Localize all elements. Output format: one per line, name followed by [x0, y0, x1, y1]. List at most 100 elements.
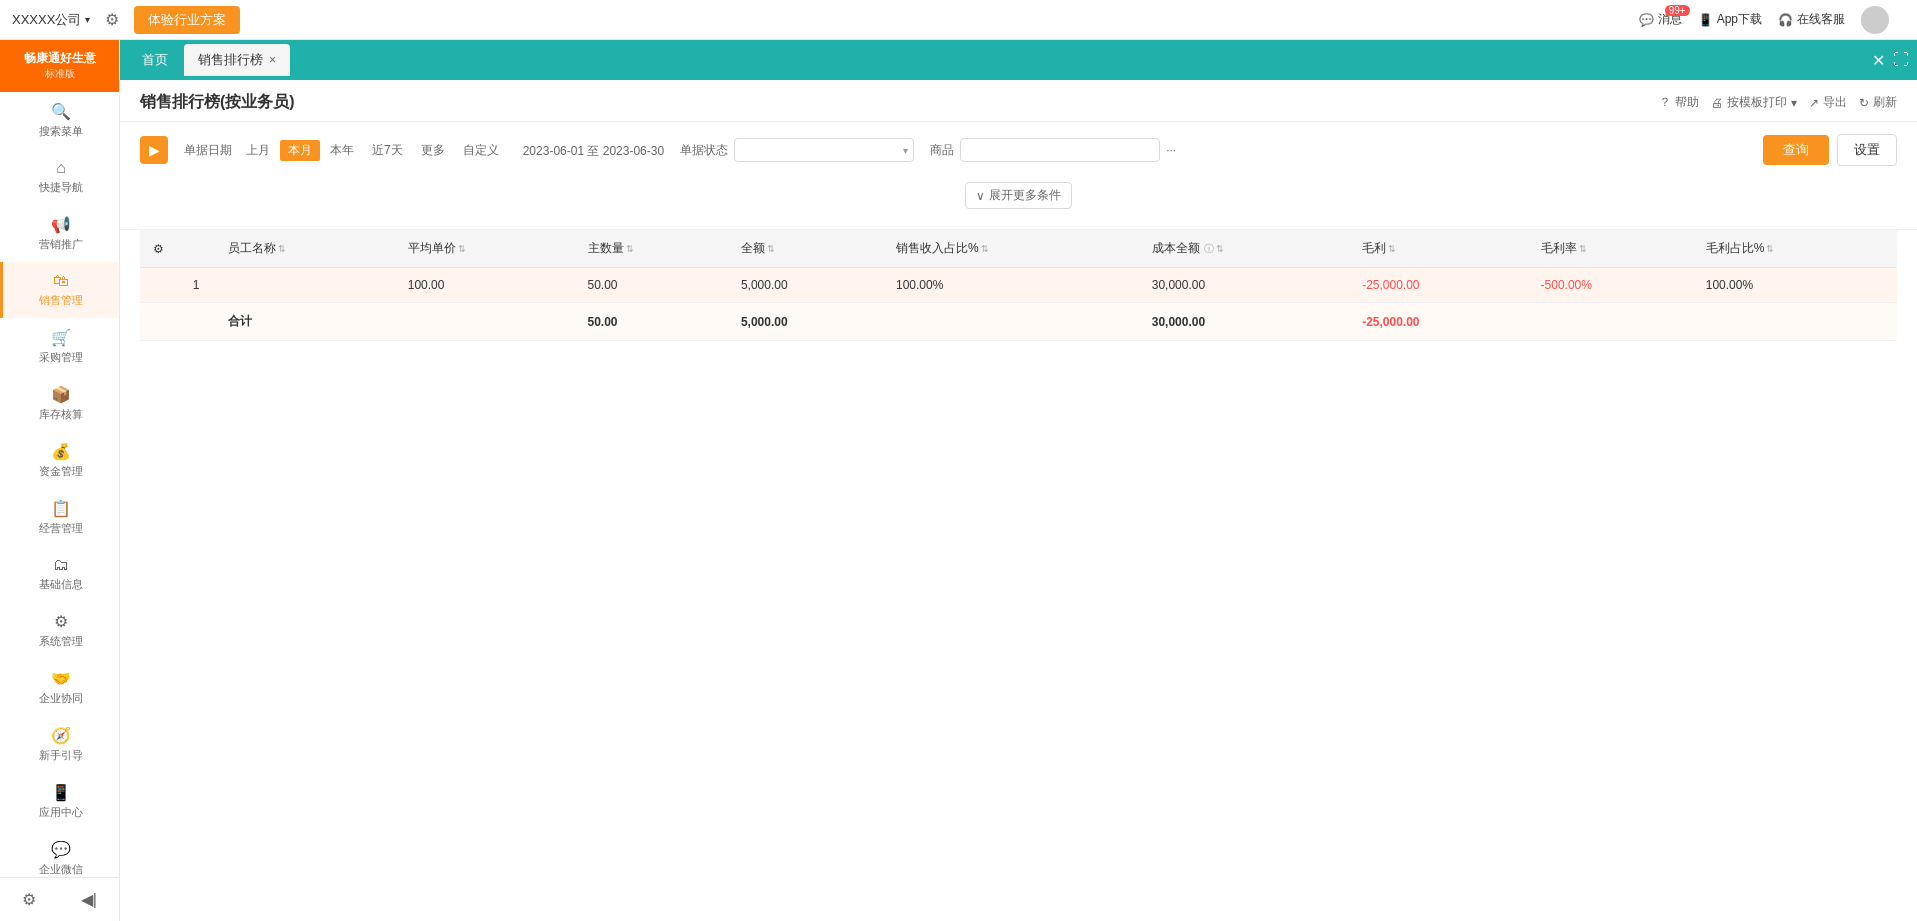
- row-sales-pct-cell: 100.00%: [884, 268, 1140, 303]
- row-qty-cell: 50.00: [576, 268, 729, 303]
- content-area: 首页 销售排行榜 × ✕ ⛶ 销售排行榜(按业务员) ？ 帮助: [120, 40, 1917, 921]
- tab-close-icon[interactable]: ×: [269, 53, 276, 67]
- data-table: ⚙ 员工名称 ⇅ 平均单价 ⇅: [140, 230, 1897, 341]
- sidebar-item-finance[interactable]: 💰 资金管理: [0, 432, 119, 489]
- footer-gross-rate-cell: [1529, 303, 1694, 341]
- sidebar-item-system[interactable]: ⚙ 系统管理: [0, 602, 119, 659]
- th-gross-pct-sort[interactable]: 毛利占比% ⇅: [1706, 240, 1775, 257]
- sidebar-item-purchase[interactable]: 🛒 采购管理: [0, 318, 119, 375]
- guide-icon: 🧭: [51, 726, 71, 745]
- sidebar-item-wechat[interactable]: 💬 企业微信: [0, 830, 119, 877]
- sidebar-item-system-label: 系统管理: [39, 634, 83, 649]
- sidebar-bottom: ⚙ ◀|: [0, 877, 119, 921]
- filter-expand-arrow[interactable]: ▶: [140, 136, 168, 164]
- export-label: 导出: [1823, 94, 1847, 111]
- company-selector[interactable]: XXXXX公司 ▾: [12, 11, 90, 29]
- status-select-wrap: ▾: [734, 138, 914, 162]
- top-right-area: 💬 消息 99+ 📱 App下载 🎧 在线客服: [1639, 6, 1905, 34]
- sidebar-item-guide[interactable]: 🧭 新手引导: [0, 716, 119, 773]
- filter-area: ▶ 单据日期 上月 本月 本年 近7天 更多 自定义: [120, 122, 1917, 230]
- th-cost-sort[interactable]: 成本全额 ⓘ ⇅: [1152, 240, 1224, 257]
- th-name: 员工名称 ⇅: [216, 230, 396, 268]
- tab-bar-close-icon[interactable]: ✕: [1872, 51, 1885, 70]
- th-avg-price: 平均单价 ⇅: [396, 230, 576, 268]
- ops-icon: 📋: [51, 499, 71, 518]
- cost-info-icon[interactable]: ⓘ: [1204, 242, 1214, 256]
- sidebar-item-marketing[interactable]: 📢 营销推广: [0, 205, 119, 262]
- app-download-button[interactable]: 📱 App下载: [1698, 11, 1762, 28]
- date-tab-custom[interactable]: 自定义: [455, 140, 507, 161]
- goods-filter: 商品 ···: [930, 138, 1176, 162]
- th-settings: ⚙: [140, 230, 176, 268]
- sidebar-collapse-btn[interactable]: ◀|: [73, 886, 105, 913]
- row-settings-cell: [140, 268, 176, 303]
- more-filters-icon[interactable]: ···: [1166, 143, 1176, 157]
- sort-icon-sales-pct: ⇅: [981, 244, 989, 254]
- date-tabs: 上月 本月 本年 近7天 更多 自定义: [238, 140, 507, 161]
- sidebar-item-inventory[interactable]: 📦 库存核算: [0, 375, 119, 432]
- sidebar-item-nav[interactable]: ⌂ 快捷导航: [0, 149, 119, 205]
- filter-settings-button[interactable]: 设置: [1837, 134, 1897, 166]
- print-icon: 🖨: [1711, 96, 1723, 110]
- filter-right-actions: 查询 设置: [1763, 134, 1897, 166]
- table-footer: 合计 50.00 5,000.00 30,000.00 -25,000.00: [140, 303, 1897, 341]
- th-gross-sort[interactable]: 毛利 ⇅: [1362, 240, 1396, 257]
- company-name: XXXXX公司: [12, 11, 81, 29]
- tab-home[interactable]: 首页: [128, 44, 182, 76]
- th-amount-sort[interactable]: 全额 ⇅: [741, 240, 775, 257]
- date-tab-more[interactable]: 更多: [413, 140, 453, 161]
- sidebar-item-ops-label: 经营管理: [39, 521, 83, 536]
- search-icon: 🔍: [51, 102, 71, 121]
- sidebar-item-inventory-label: 库存核算: [39, 407, 83, 422]
- expand-more-button[interactable]: ∨ 展开更多条件: [965, 182, 1072, 209]
- goods-input[interactable]: [960, 138, 1160, 162]
- system-icon: ⚙: [54, 612, 68, 631]
- sidebar-item-guide-label: 新手引导: [39, 748, 83, 763]
- avatar[interactable]: [1861, 6, 1889, 34]
- trial-button[interactable]: 体验行业方案: [134, 6, 240, 34]
- chevron-down-expand-icon: ∨: [976, 189, 985, 203]
- help-button[interactable]: ？ 帮助: [1659, 94, 1699, 111]
- sidebar: 畅康通好生意 标准版 🔍 搜索菜单 ⌂ 快捷导航 📢 营销推广 🛍 销售管理 🛒: [0, 40, 120, 921]
- th-gross: 毛利 ⇅: [1350, 230, 1528, 268]
- status-select[interactable]: [734, 138, 914, 162]
- th-gross-rate-sort[interactable]: 毛利率 ⇅: [1541, 240, 1587, 257]
- th-gross-rate-label: 毛利率: [1541, 240, 1577, 257]
- sidebar-item-search[interactable]: 🔍 搜索菜单: [0, 92, 119, 149]
- export-button[interactable]: ↗ 导出: [1809, 94, 1847, 111]
- sidebar-settings-btn[interactable]: ⚙: [14, 886, 44, 913]
- date-tab-this-year[interactable]: 本年: [322, 140, 362, 161]
- date-tab-7days[interactable]: 近7天: [364, 140, 411, 161]
- sidebar-item-corp[interactable]: 🤝 企业协同: [0, 659, 119, 716]
- footer-gross-cell: -25,000.00: [1350, 303, 1528, 341]
- refresh-button[interactable]: ↻ 刷新: [1859, 94, 1897, 111]
- sidebar-item-sales-label: 销售管理: [39, 293, 83, 308]
- th-sales-pct-sort[interactable]: 销售收入占比% ⇅: [896, 240, 989, 257]
- settings-icon[interactable]: ⚙: [98, 6, 126, 34]
- online-service-button[interactable]: 🎧 在线客服: [1778, 11, 1845, 28]
- tab-sales-ranking-label: 销售排行榜: [198, 51, 263, 69]
- date-filter: 单据日期 上月 本月 本年 近7天 更多 自定义: [184, 140, 507, 161]
- sidebar-item-base-label: 基础信息: [39, 577, 83, 592]
- sidebar-item-apps-label: 应用中心: [39, 805, 83, 820]
- table-head: ⚙ 员工名称 ⇅ 平均单价 ⇅: [140, 230, 1897, 268]
- print-button[interactable]: 🖨 按模板打印 ▾: [1711, 94, 1797, 111]
- th-rank: [176, 230, 216, 268]
- date-tab-this-month[interactable]: 本月: [280, 140, 320, 161]
- tab-sales-ranking[interactable]: 销售排行榜 ×: [184, 44, 290, 76]
- message-button[interactable]: 💬 消息 99+: [1639, 11, 1682, 28]
- row-avg-price-cell: 100.00: [396, 268, 576, 303]
- footer-label-cell: 合计: [216, 303, 396, 341]
- table-header-row: ⚙ 员工名称 ⇅ 平均单价 ⇅: [140, 230, 1897, 268]
- sidebar-item-apps[interactable]: 📱 应用中心: [0, 773, 119, 830]
- date-tab-last-month[interactable]: 上月: [238, 140, 278, 161]
- sidebar-item-base[interactable]: 🗂 基础信息: [0, 546, 119, 602]
- th-qty-sort[interactable]: 主数量 ⇅: [588, 240, 634, 257]
- th-avg-price-sort[interactable]: 平均单价 ⇅: [408, 240, 466, 257]
- logo-area: 畅康通好生意 标准版: [0, 40, 119, 92]
- sidebar-item-sales[interactable]: 🛍 销售管理: [0, 262, 119, 318]
- tab-bar-maximize-icon[interactable]: ⛶: [1893, 51, 1909, 69]
- query-button[interactable]: 查询: [1763, 135, 1829, 165]
- sidebar-item-ops[interactable]: 📋 经营管理: [0, 489, 119, 546]
- th-name-sort[interactable]: 员工名称 ⇅: [228, 240, 286, 257]
